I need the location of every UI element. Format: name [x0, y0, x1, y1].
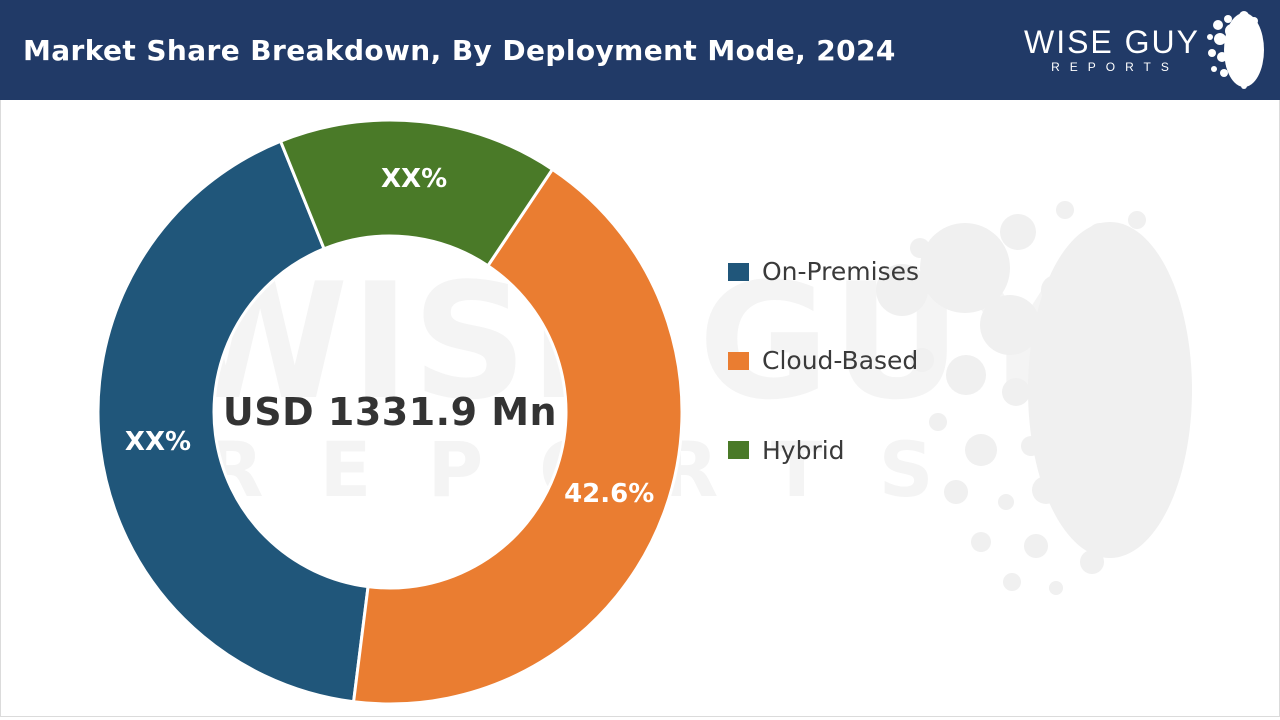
brand-name: WISE GUY: [1023, 23, 1200, 60]
segment-label-on-premises: XX%: [125, 427, 191, 457]
brand-head-icon: [1207, 11, 1264, 89]
segment-label-hybrid: XX%: [381, 164, 447, 194]
legend-item-hybrid: Hybrid: [728, 435, 919, 466]
chart-center-value: USD 1331.9 Mn: [222, 390, 558, 434]
brand-logo: WISE GUY REPORTS: [1024, 9, 1266, 91]
watermark-dots: [876, 201, 1192, 595]
legend-swatch-cloud-based: [728, 351, 749, 370]
legend-label-on-premises: On-Premises: [762, 257, 920, 286]
segment-label-cloud-based: 42.6%: [564, 479, 654, 509]
header-bar: Market Share Breakdown, By Deployment Mo…: [0, 0, 1280, 100]
brand-subname: REPORTS: [1051, 60, 1179, 75]
legend-swatch-hybrid: [728, 441, 749, 460]
legend-item-cloud-based: Cloud-Based: [728, 345, 919, 376]
legend-label-hybrid: Hybrid: [762, 435, 845, 465]
page-title: Market Share Breakdown, By Deployment Mo…: [23, 33, 896, 67]
chart-legend: On-Premises Cloud-Based Hybrid: [728, 256, 919, 466]
legend-label-cloud-based: Cloud-Based: [762, 346, 919, 376]
brand-logo-text: WISE GUY REPORTS: [1023, 23, 1200, 75]
legend-swatch-on-premises: [728, 262, 749, 281]
legend-item-on-premises: On-Premises: [728, 256, 919, 287]
donut-segment-cloud-based: [352, 167, 684, 706]
